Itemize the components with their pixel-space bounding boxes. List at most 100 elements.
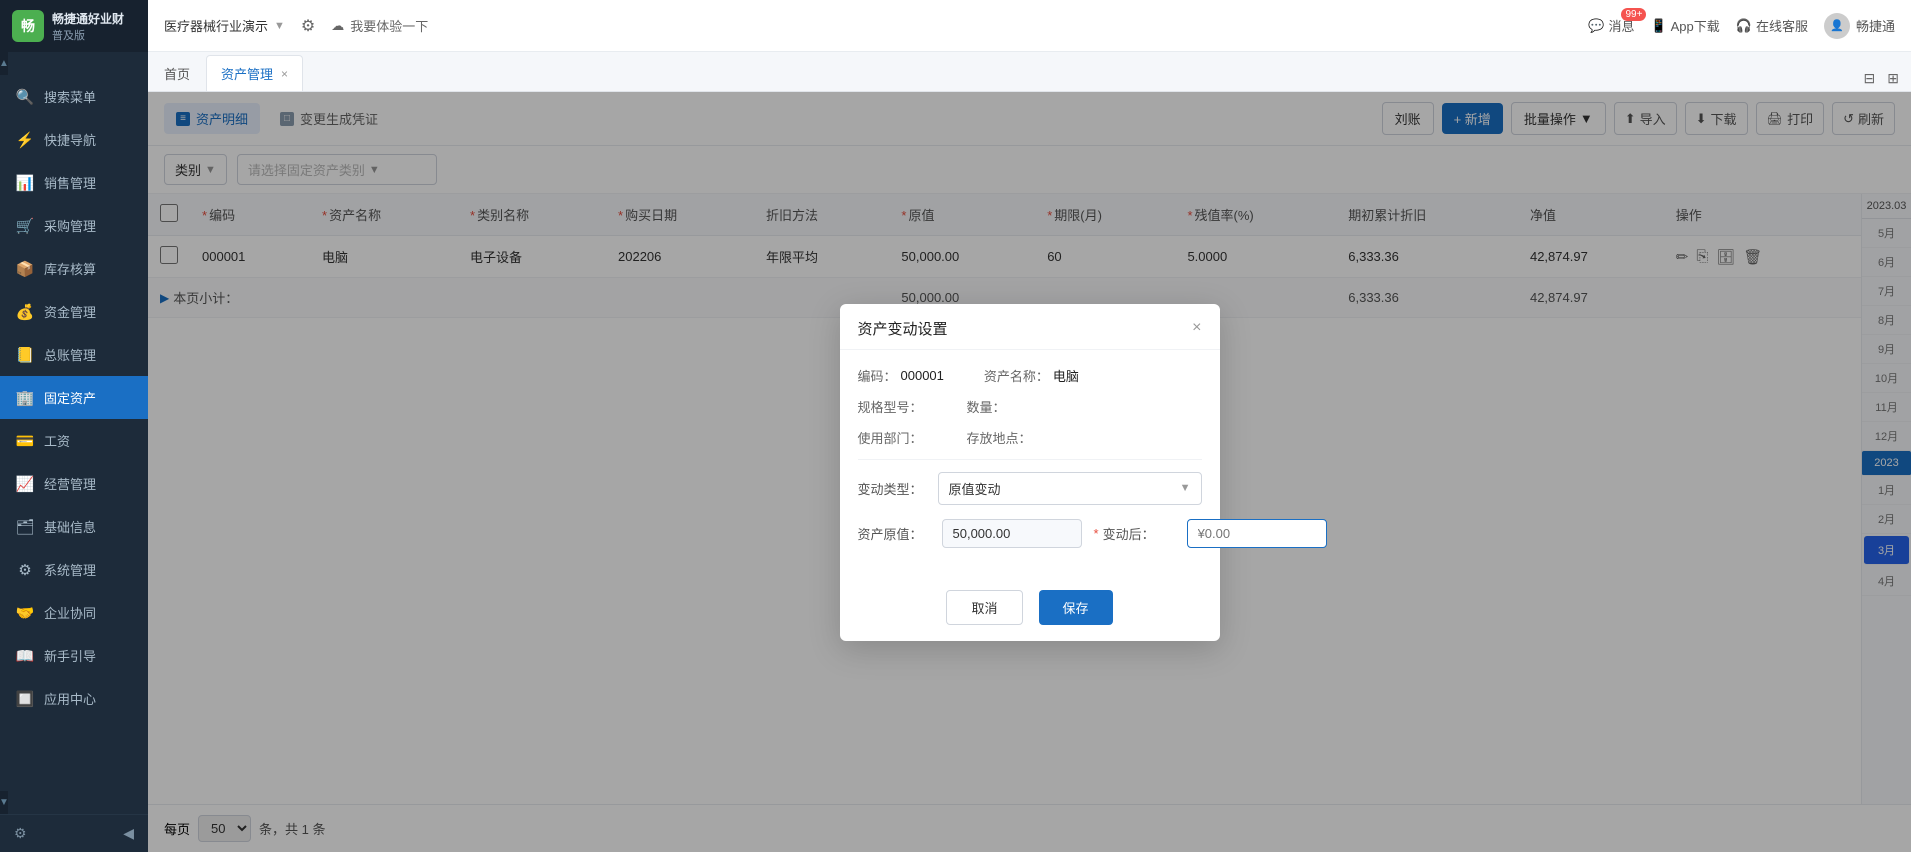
- company-dropdown-icon: ▼: [274, 20, 285, 32]
- tab-bar: 首页 资产管理 × ⊟ ⊞: [148, 52, 1911, 92]
- sidebar-logo: 畅 畅捷通好业财 普及版: [0, 0, 148, 52]
- logo-badge: 普及版: [52, 27, 124, 43]
- tab-assets-label: 资产管理: [221, 64, 273, 83]
- app-header: 医疗器械行业演示 ▼ ⚙ ☁ 我要体验一下 💬 消息 99+ 📱 App下载 🎧…: [148, 0, 1911, 52]
- sidebar-item-base[interactable]: 🗂 基础信息: [0, 505, 148, 548]
- user-name: 畅捷通: [1856, 16, 1895, 35]
- sidebar-item-label: 采购管理: [44, 216, 96, 235]
- sidebar-item-ops[interactable]: 📈 经营管理: [0, 462, 148, 505]
- dialog-info-row2: 规格型号： 数量：: [858, 397, 1202, 416]
- sidebar-nav: 🔍 搜索菜单 ⚡ 快捷导航 📊 销售管理 🛒 采购管理 📦 库存核算 💰 资金管…: [0, 75, 148, 791]
- dialog-spec-field: 规格型号：: [858, 397, 927, 416]
- sidebar-item-label: 企业协同: [44, 603, 96, 622]
- headset-icon: 🎧: [1736, 18, 1752, 34]
- sidebar-item-label: 系统管理: [44, 560, 96, 579]
- sidebar-item-purchase[interactable]: 🛒 采购管理: [0, 204, 148, 247]
- app-download-btn[interactable]: 📱 App下载: [1650, 16, 1719, 35]
- settings-icon[interactable]: ⚙: [14, 825, 27, 842]
- message-badge: 99+: [1621, 8, 1646, 21]
- dialog-code-field: 编码： 000001: [858, 366, 944, 385]
- tab-maximize-icon[interactable]: ⊞: [1883, 66, 1903, 91]
- dialog-divider: [858, 459, 1202, 460]
- sidebar-item-label: 资金管理: [44, 302, 96, 321]
- header-settings-icon[interactable]: ⚙: [301, 16, 315, 36]
- sidebar-item-salary[interactable]: 💳 工资: [0, 419, 148, 462]
- sidebar-item-system[interactable]: ⚙ 系统管理: [0, 548, 148, 591]
- dialog-quantity-field: 数量：: [967, 397, 1010, 416]
- tab-assets[interactable]: 资产管理 ×: [206, 55, 303, 91]
- sidebar-item-label: 经营管理: [44, 474, 96, 493]
- sales-icon: 📊: [16, 174, 34, 192]
- dialog-dept-field: 使用部门：: [858, 428, 927, 447]
- asset-name-label: 资产名称：: [984, 366, 1049, 385]
- scroll-down[interactable]: ▼: [0, 791, 8, 814]
- sidebar-item-label: 销售管理: [44, 173, 96, 192]
- ops-icon: 📈: [16, 475, 34, 493]
- sidebar-item-apps[interactable]: 🔲 应用中心: [0, 677, 148, 720]
- apps-icon: 🔲: [16, 690, 34, 708]
- sidebar-item-ledger[interactable]: 📒 总账管理: [0, 333, 148, 376]
- tab-minimize-icon[interactable]: ⊟: [1860, 66, 1880, 91]
- change-type-row: 变动类型： 原值变动 ▼: [858, 472, 1202, 505]
- tab-home-label: 首页: [164, 67, 190, 82]
- save-button[interactable]: 保存: [1039, 590, 1113, 625]
- sidebar-item-collab[interactable]: 🤝 企业协同: [0, 591, 148, 634]
- dialog-footer: 取消 保存: [840, 578, 1220, 641]
- after-label: 变动后：: [1103, 524, 1183, 543]
- collab-icon: 🤝: [16, 604, 34, 622]
- salary-icon: 💳: [16, 432, 34, 450]
- system-icon: ⚙: [16, 561, 34, 579]
- sidebar-item-sales[interactable]: 📊 销售管理: [0, 161, 148, 204]
- tab-right-controls: ⊟ ⊞: [1860, 66, 1911, 91]
- quicknav-icon: ⚡: [16, 131, 34, 149]
- sidebar-item-capital[interactable]: 💰 资金管理: [0, 290, 148, 333]
- tab-close-icon[interactable]: ×: [281, 67, 288, 81]
- sidebar-item-fixed[interactable]: 🏢 固定资产: [0, 376, 148, 419]
- dialog-info-row1: 编码： 000001 资产名称： 电脑: [858, 366, 1202, 385]
- user-menu[interactable]: 👤 畅捷通: [1824, 13, 1895, 39]
- dept-label: 使用部门：: [858, 428, 923, 447]
- base-icon: 🗂: [16, 518, 34, 536]
- asset-change-dialog: 资产变动设置 × 编码： 000001 资产名称： 电脑: [840, 304, 1220, 641]
- after-value-input[interactable]: [1187, 519, 1327, 548]
- capital-icon: 💰: [16, 303, 34, 321]
- original-value-input[interactable]: [942, 519, 1082, 548]
- sidebar-item-guide[interactable]: 📖 新手引导: [0, 634, 148, 677]
- message-btn[interactable]: 💬 消息 99+: [1588, 16, 1634, 35]
- dialog-header: 资产变动设置 ×: [840, 304, 1220, 350]
- asset-name-value: 电脑: [1053, 366, 1079, 385]
- after-value-half: * 变动后：: [1094, 519, 1327, 548]
- header-right: 💬 消息 99+ 📱 App下载 🎧 在线客服 👤 畅捷通: [1588, 13, 1895, 39]
- search-icon: 🔍: [16, 88, 34, 106]
- sidebar-item-label: 总账管理: [44, 345, 96, 364]
- message-icon: 💬: [1588, 18, 1604, 34]
- change-type-select[interactable]: 原值变动 ▼: [938, 472, 1202, 505]
- cloud-icon: ☁: [331, 18, 344, 34]
- scroll-up[interactable]: ▲: [0, 52, 8, 75]
- sidebar-item-label: 快捷导航: [44, 130, 96, 149]
- collapse-icon[interactable]: ◀: [123, 825, 134, 842]
- sidebar: 畅 畅捷通好业财 普及版 ▲ 🔍 搜索菜单 ⚡ 快捷导航 📊 销售管理 🛒 采购…: [0, 0, 148, 852]
- code-value: 000001: [901, 368, 944, 383]
- scroll-down-arrow[interactable]: ▼: [0, 795, 11, 810]
- cancel-button[interactable]: 取消: [946, 590, 1022, 625]
- sidebar-item-label: 搜索菜单: [44, 87, 96, 106]
- dialog-close-button[interactable]: ×: [1192, 319, 1201, 337]
- change-type-arrow-icon: ▼: [1180, 482, 1191, 494]
- service-btn[interactable]: 🎧 在线客服: [1736, 16, 1808, 35]
- purchase-icon: 🛒: [16, 217, 34, 235]
- original-value-half: 资产原值：: [858, 519, 1082, 548]
- change-type-value: 原值变动: [949, 479, 1001, 498]
- scroll-up-arrow[interactable]: ▲: [0, 56, 11, 71]
- sidebar-item-search[interactable]: 🔍 搜索菜单: [0, 75, 148, 118]
- change-type-label: 变动类型：: [858, 479, 938, 498]
- company-selector[interactable]: 医疗器械行业演示 ▼: [164, 16, 285, 35]
- spec-label: 规格型号：: [858, 397, 923, 416]
- sidebar-item-quicknav[interactable]: ⚡ 快捷导航: [0, 118, 148, 161]
- guide-icon: 📖: [16, 647, 34, 665]
- main-content: 医疗器械行业演示 ▼ ⚙ ☁ 我要体验一下 💬 消息 99+ 📱 App下载 🎧…: [148, 0, 1911, 852]
- tab-home[interactable]: 首页: [148, 56, 206, 91]
- experience-btn[interactable]: ☁ 我要体验一下: [331, 16, 428, 35]
- sidebar-item-inventory[interactable]: 📦 库存核算: [0, 247, 148, 290]
- phone-icon: 📱: [1650, 18, 1666, 34]
